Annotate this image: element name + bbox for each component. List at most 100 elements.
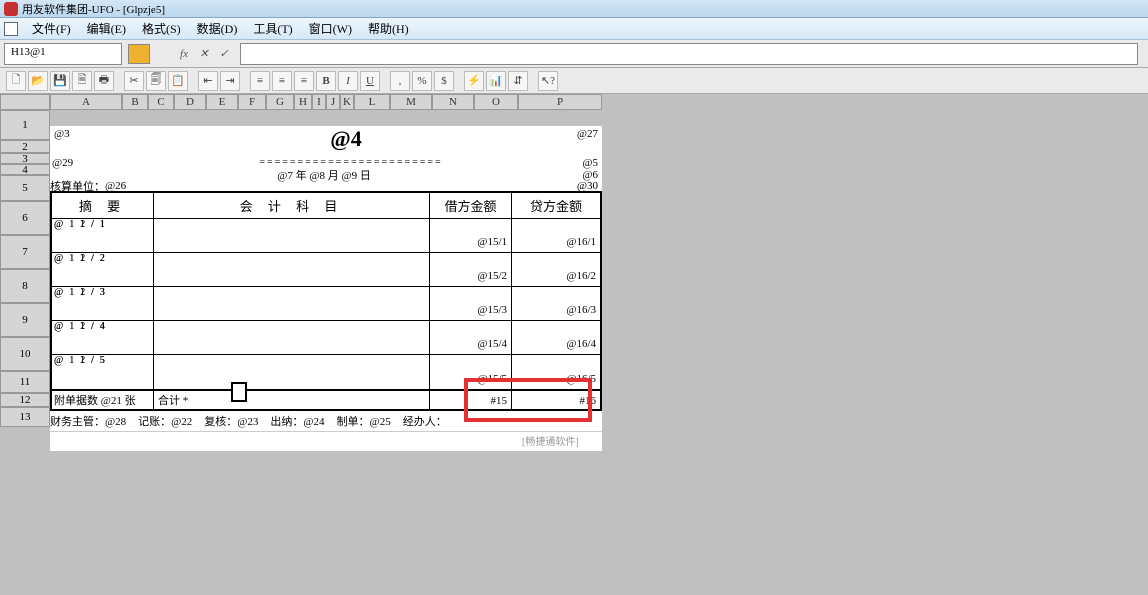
help-pointer-button[interactable]: ↖? [538, 71, 558, 91]
row-header[interactable]: 8 [0, 269, 50, 303]
header-right: @27 [542, 126, 602, 156]
col-header[interactable]: M [390, 94, 432, 110]
row-header[interactable]: 2 [0, 140, 50, 153]
row-header[interactable]: 1 [0, 110, 50, 140]
sign-handler: 经办人： [403, 413, 447, 429]
workarea: A B C D E F G H I J K L M N O P 1 2 3 4 … [0, 94, 1148, 595]
th-debit: 借方金额 [430, 193, 512, 218]
print-button[interactable]: 🖶 [94, 71, 114, 91]
align-right-button[interactable]: ≡ [294, 71, 314, 91]
th-credit: 贷方金额 [512, 193, 600, 218]
header-left: @3 [50, 126, 150, 156]
voucher-row[interactable]: @11/3 @12/3 @15/3 @16/3 [52, 287, 600, 321]
formula-input[interactable] [240, 43, 1138, 65]
col-header[interactable]: L [354, 94, 390, 110]
spreadsheet-grid[interactable]: A B C D E F G H I J K L M N O P 1 2 3 4 … [0, 94, 1148, 435]
open-button[interactable]: 📂 [28, 71, 48, 91]
active-cell-cursor[interactable] [231, 382, 247, 402]
italic-button[interactable]: I [338, 71, 358, 91]
chart-button[interactable]: 📊 [486, 71, 506, 91]
cell-reference-input[interactable]: H13@1 [4, 43, 122, 65]
voucher-title: @4 [150, 126, 542, 156]
col-header[interactable]: J [326, 94, 340, 110]
paste-button[interactable]: 📋 [168, 71, 188, 91]
voucher-row[interactable]: @11/2 @12/2 @15/2 @16/2 [52, 253, 600, 287]
col-header[interactable]: D [174, 94, 206, 110]
sign-book: 记账：@22 [138, 413, 192, 429]
menu-tools[interactable]: 工具(T) [245, 18, 300, 39]
col-header[interactable]: I [312, 94, 326, 110]
row-header[interactable]: 12 [0, 393, 50, 407]
col-header[interactable]: F [238, 94, 266, 110]
watermark-text: [畅捷通软件] [522, 433, 579, 448]
menu-data[interactable]: 数据(D) [189, 18, 246, 39]
app-logo-icon [4, 2, 18, 16]
sort-button[interactable]: ⇵ [508, 71, 528, 91]
col-header[interactable]: P [518, 94, 602, 110]
sign-finance: 财务主管：@28 [50, 413, 126, 429]
toolbar: 🗋 📂 💾 🗎 🖶 ✂ 🗐 📋 ⇤ ⇥ ≡ ≡ ≡ B I U , % $ ⚡ … [0, 68, 1148, 94]
indent-right-button[interactable]: ⇥ [220, 71, 240, 91]
col-header[interactable]: B [122, 94, 148, 110]
col-header[interactable]: O [474, 94, 518, 110]
menubar: 文件(F) 编辑(E) 格式(S) 数据(D) 工具(T) 窗口(W) 帮助(H… [0, 18, 1148, 40]
currency-button[interactable]: $ [434, 71, 454, 91]
save-button[interactable]: 💾 [50, 71, 70, 91]
underline-button[interactable]: U [360, 71, 380, 91]
menu-window[interactable]: 窗口(W) [301, 18, 360, 39]
row-header[interactable]: 13 [0, 407, 50, 427]
formula-bar: H13@1 fx ✕ ✓ [0, 40, 1148, 68]
wizard-button[interactable]: ⚡ [464, 71, 484, 91]
percent-button[interactable]: % [412, 71, 432, 91]
copy-button[interactable]: 🗐 [146, 71, 166, 91]
menu-help[interactable]: 帮助(H) [360, 18, 417, 39]
col-header[interactable]: N [432, 94, 474, 110]
titlebar: 用友软件集团-UFO - [Glpzje5] [0, 0, 1148, 18]
row4-right: @30 [126, 180, 602, 192]
voucher-row[interactable]: @11/1 @12/1 @15/1 @16/1 [52, 219, 600, 253]
row-header[interactable]: 4 [0, 164, 50, 175]
col-header[interactable]: C [148, 94, 174, 110]
cut-button[interactable]: ✂ [124, 71, 144, 91]
align-left-button[interactable]: ≡ [250, 71, 270, 91]
sign-review: 复核：@23 [204, 413, 258, 429]
row-header[interactable]: 11 [0, 371, 50, 393]
row2-right: @5 [552, 157, 602, 169]
confirm-icon[interactable]: ✓ [214, 44, 234, 64]
indent-left-button[interactable]: ⇤ [198, 71, 218, 91]
col-header[interactable]: H [294, 94, 312, 110]
fx-icon[interactable]: fx [174, 44, 194, 64]
menu-edit[interactable]: 编辑(E) [79, 18, 134, 39]
align-center-button[interactable]: ≡ [272, 71, 292, 91]
col-header[interactable]: K [340, 94, 354, 110]
row-header[interactable]: 6 [0, 201, 50, 235]
menu-file[interactable]: 文件(F) [24, 18, 79, 39]
export-button[interactable]: 🗎 [72, 71, 92, 91]
sign-cashier: 出纳：@24 [270, 413, 324, 429]
unit-value: @26 [105, 180, 126, 192]
th-summary: 摘 要 [52, 193, 154, 218]
row2-left: @29 [50, 157, 150, 169]
comma-button[interactable]: , [390, 71, 410, 91]
foot-total: 合计 * [154, 391, 430, 409]
cancel-icon[interactable]: ✕ [194, 44, 214, 64]
app-title: 用友软件集团-UFO - [Glpzje5] [22, 1, 165, 17]
sign-maker: 制单：@25 [337, 413, 391, 429]
new-button[interactable]: 🗋 [6, 71, 26, 91]
row-header[interactable]: 9 [0, 303, 50, 337]
bold-button[interactable]: B [316, 71, 336, 91]
menu-format[interactable]: 格式(S) [134, 18, 189, 39]
col-header[interactable]: E [206, 94, 238, 110]
row-header[interactable]: 5 [0, 175, 50, 201]
col-header[interactable]: G [266, 94, 294, 110]
col-header[interactable]: A [50, 94, 122, 110]
foot-attach: 附单据数 @21 张 [52, 391, 154, 409]
row-header[interactable]: 7 [0, 235, 50, 269]
mdi-document-icon [4, 22, 18, 36]
color-picker-button[interactable] [128, 44, 150, 64]
row-header[interactable]: 3 [0, 153, 50, 164]
voucher-row[interactable]: @11/4 @12/4 @15/4 @16/4 [52, 321, 600, 355]
highlight-annotation [464, 378, 592, 422]
select-all-corner[interactable] [0, 94, 50, 110]
row-header[interactable]: 10 [0, 337, 50, 371]
